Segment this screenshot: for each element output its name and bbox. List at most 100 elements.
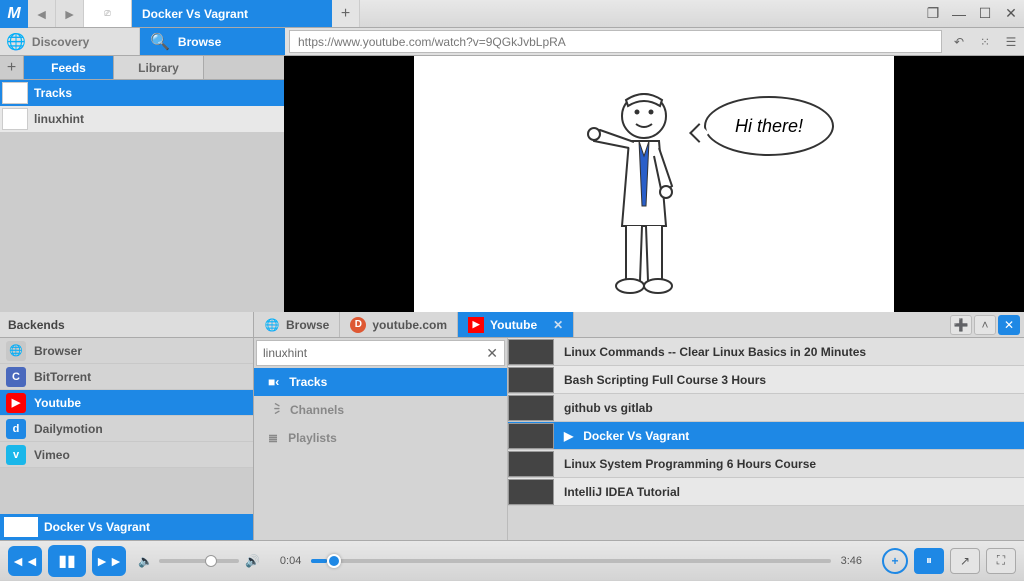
main-row: + Feeds Library Tracks linuxhint Hi ther… <box>0 56 1024 312</box>
video-frame: Hi there! <box>414 56 894 312</box>
volume-slider[interactable] <box>159 559 239 563</box>
midtab-label: Browse <box>286 318 329 332</box>
tab-label: Docker Vs Vagrant <box>142 7 248 21</box>
category-playlists[interactable]: ≣ Playlists <box>254 424 507 452</box>
search-input[interactable]: linuxhint ✕ <box>256 340 505 366</box>
minimize-icon[interactable]: — <box>946 0 972 27</box>
tab-feeds[interactable]: Feeds <box>24 56 114 79</box>
top-tab-active[interactable]: Docker Vs Vagrant <box>132 0 332 27</box>
midtab-youtube-com[interactable]: D youtube.com <box>340 312 458 337</box>
title-bar: M ◄ ► ⎚ Docker Vs Vagrant + ❐ — ☐ ✕ <box>0 0 1024 28</box>
list-icon: ≣ <box>268 431 278 445</box>
library-label: Library <box>138 61 179 75</box>
cartoon-figure <box>584 86 704 306</box>
add-to-button[interactable]: + <box>882 548 908 574</box>
track-title: Linux System Programming 6 Hours Course <box>564 457 816 471</box>
undo-icon[interactable]: ↶ <box>946 30 972 54</box>
track-title: Bash Scripting Full Course 3 Hours <box>564 373 766 387</box>
volume-high-icon[interactable]: 🔊 <box>245 554 260 568</box>
url-bar[interactable]: https://www.youtube.com/watch?v=9QGkJvbL… <box>289 30 942 53</box>
volume-knob[interactable] <box>205 555 217 567</box>
progress-bar[interactable] <box>311 559 830 563</box>
backend-vimeo[interactable]: vVimeo <box>0 442 253 468</box>
midtab-browse[interactable]: 🌐 Browse <box>254 312 340 337</box>
backend-browser[interactable]: 🌐 Browser <box>0 338 253 364</box>
progress-knob[interactable] <box>327 554 341 568</box>
track-row[interactable]: Linux System Programming 6 Hours Course <box>508 450 1024 478</box>
collapse-button[interactable]: ˄ <box>974 315 996 335</box>
prev-button[interactable]: ◄◄ <box>8 546 42 576</box>
pause-button[interactable]: ▮▮ <box>48 545 86 577</box>
feed-tracks[interactable]: Tracks <box>0 80 284 106</box>
volume-low-icon[interactable]: 🔈 <box>138 554 153 568</box>
track-row[interactable]: Bash Scripting Full Course 3 Hours <box>508 366 1024 394</box>
track-title: Docker Vs Vagrant <box>583 429 689 443</box>
grid-icon[interactable]: ⁙ <box>972 30 998 54</box>
track-row[interactable]: github vs gitlab <box>508 394 1024 422</box>
url-text: https://www.youtube.com/watch?v=9QGkJvbL… <box>298 35 566 49</box>
search-icon: 🔍 <box>150 32 170 52</box>
equalizer-button[interactable]: ⏸ <box>914 548 944 574</box>
backends-header: Backends <box>0 312 253 338</box>
speech-bubble: Hi there! <box>704 96 834 156</box>
video-area[interactable]: Hi there! <box>284 56 1024 312</box>
feed-thumb <box>2 108 28 130</box>
track-row[interactable]: Linux Commands -- Clear Linux Basics in … <box>508 338 1024 366</box>
backend-bittorrent[interactable]: CBitTorrent <box>0 364 253 390</box>
fullscreen-button[interactable]: ⛶ <box>986 548 1016 574</box>
backend-dailymotion[interactable]: dDailymotion <box>0 416 253 442</box>
tab-close-icon[interactable]: ✕ <box>553 318 563 332</box>
globe-icon: 🌐 <box>264 317 280 333</box>
globe-icon: 🌐 <box>6 341 26 361</box>
progress-fill <box>311 559 327 563</box>
tab-library[interactable]: Library <box>114 56 204 79</box>
time-block: 0:04 3:46 <box>280 555 862 567</box>
track-title: IntelliJ IDEA Tutorial <box>564 485 680 499</box>
add-tab-button[interactable]: ➕ <box>950 315 972 335</box>
category-channels[interactable]: 🗦 Channels <box>254 396 507 424</box>
detach-icon[interactable]: ❐ <box>920 0 946 27</box>
close-panel-button[interactable]: ✕ <box>998 315 1020 335</box>
next-button[interactable]: ►► <box>92 546 126 576</box>
track-thumb <box>508 423 554 449</box>
toolbar-icons: ↶ ⁙ ☰ <box>946 28 1024 55</box>
feed-label: Tracks <box>34 86 72 100</box>
sidebar-tabs: + Feeds Library <box>0 56 284 80</box>
playback-bar: ◄◄ ▮▮ ►► 🔈 🔊 0:04 3:46 + ⏸ ↗ ⛶ <box>0 540 1024 580</box>
browse-button[interactable]: 🔍 Browse <box>140 28 285 55</box>
close-icon[interactable]: ✕ <box>998 0 1024 27</box>
window-controls: ❐ — ☐ ✕ <box>920 0 1024 27</box>
track-thumb <box>508 367 554 393</box>
back-button[interactable]: ◄ <box>28 0 56 27</box>
app-logo: M <box>0 0 28 28</box>
category-label: Playlists <box>288 431 337 445</box>
track-row[interactable]: IntelliJ IDEA Tutorial <box>508 478 1024 506</box>
mid-left: linuxhint ✕ ■‹ Tracks 🗦 Channels ≣ Playl… <box>254 338 508 540</box>
feed-thumb <box>2 82 28 104</box>
track-thumb <box>508 339 554 365</box>
mid-row: Backends 🌐 Browser CBitTorrent ▶ Youtube dDai… <box>0 312 1024 540</box>
add-feed-button[interactable]: + <box>0 56 24 79</box>
globe-icon: 🌐 <box>6 32 26 52</box>
duckduckgo-icon: D <box>350 317 366 333</box>
list-icon[interactable]: ☰ <box>998 30 1024 54</box>
track-row[interactable]: ▶Docker Vs Vagrant <box>508 422 1024 450</box>
yt-icon: ▶ <box>6 393 26 413</box>
backend-label: Browser <box>34 344 82 358</box>
tab-thumbnail[interactable]: ⎚ <box>84 0 132 27</box>
new-tab-button[interactable]: + <box>332 0 360 27</box>
category-tracks[interactable]: ■‹ Tracks <box>254 368 507 396</box>
midtab-youtube[interactable]: ▶ Youtube ✕ <box>458 312 574 337</box>
share-button[interactable]: ↗ <box>950 548 980 574</box>
feed-linuxhint[interactable]: linuxhint <box>0 106 284 132</box>
midtab-label: youtube.com <box>372 318 447 332</box>
now-playing-bar[interactable]: Docker Vs Vagrant <box>0 514 253 540</box>
clear-search-icon[interactable]: ✕ <box>486 345 498 362</box>
now-playing-label: Docker Vs Vagrant <box>44 520 150 534</box>
maximize-icon[interactable]: ☐ <box>972 0 998 27</box>
discovery-button[interactable]: 🌐 Discovery <box>0 28 140 55</box>
youtube-icon: ▶ <box>468 317 484 333</box>
backend-label: Youtube <box>34 396 81 410</box>
backend-youtube[interactable]: ▶ Youtube <box>0 390 253 416</box>
forward-button[interactable]: ► <box>56 0 84 27</box>
